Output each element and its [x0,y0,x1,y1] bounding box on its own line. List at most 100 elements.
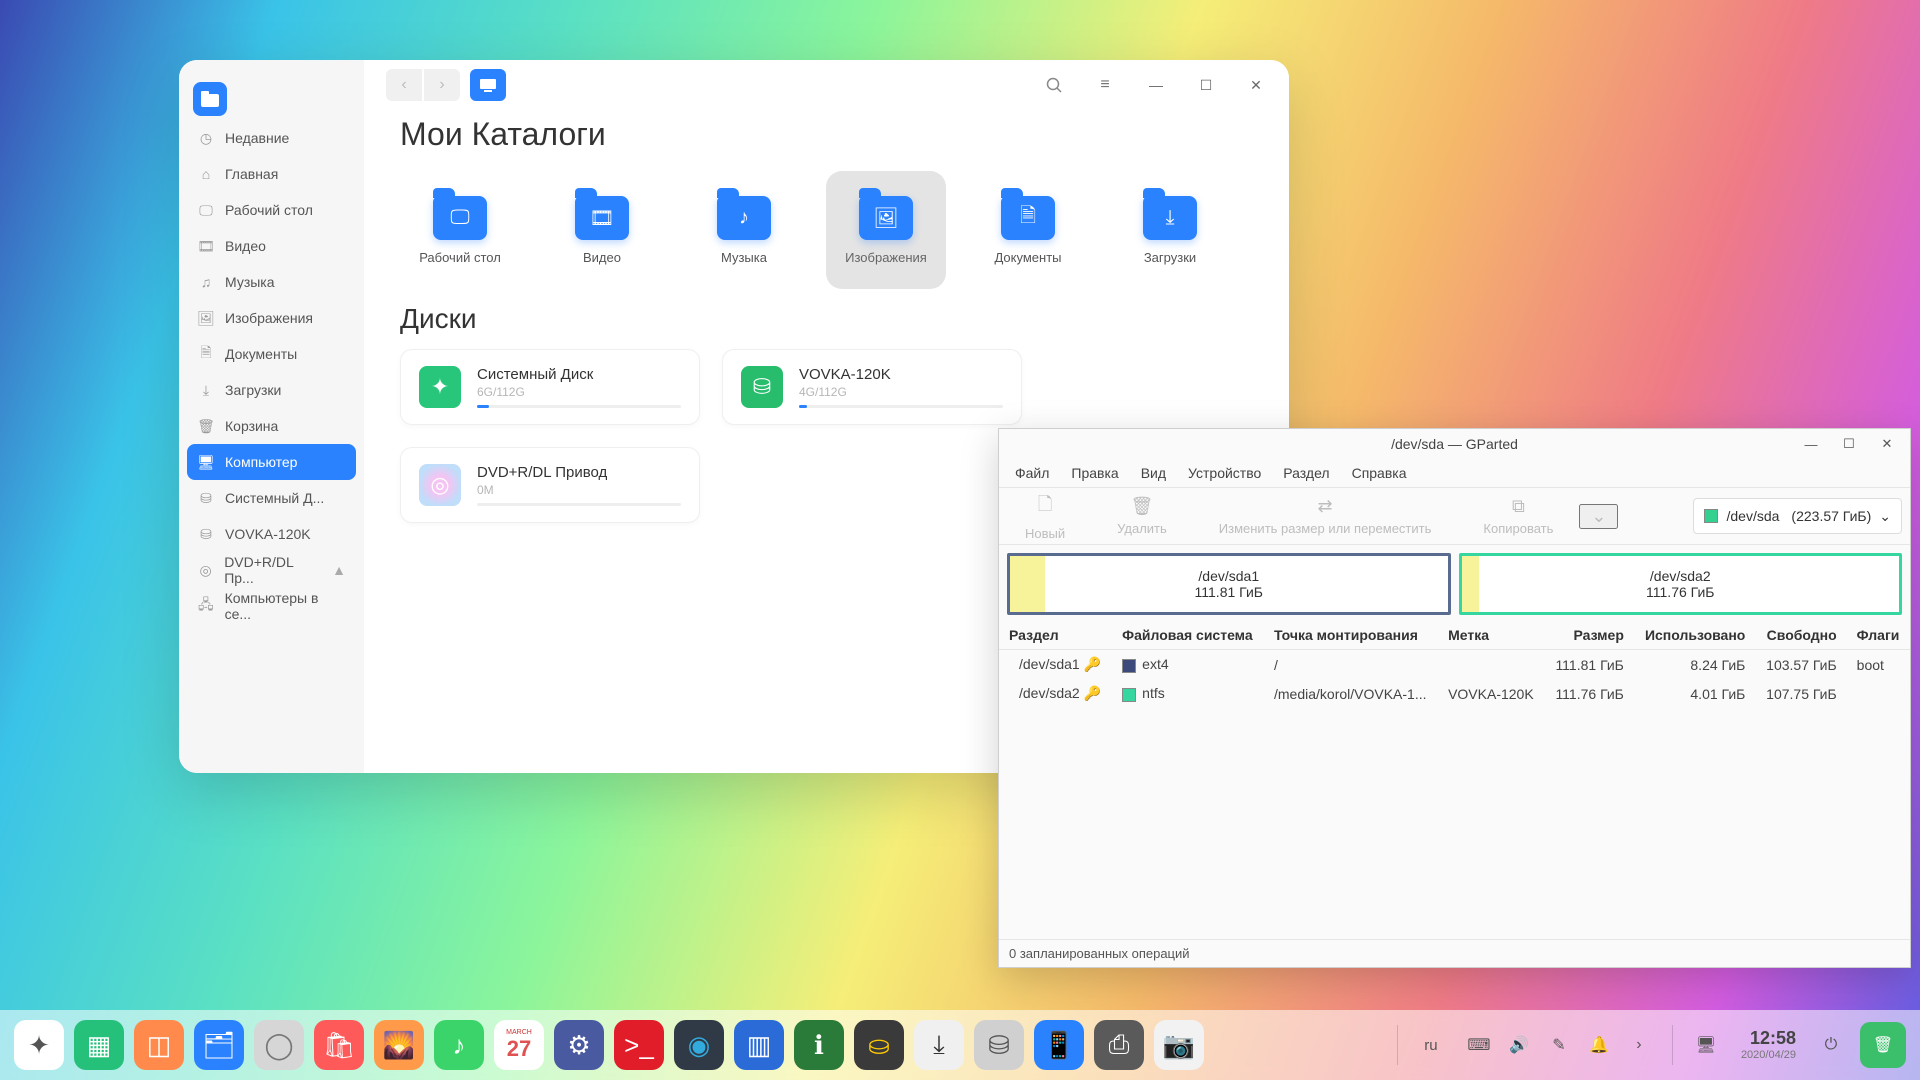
table-row[interactable]: /dev/sda2🔑 ntfs /media/korol/VOVKA-1... … [999,679,1910,708]
dock-app-icon: ▥ [747,1030,772,1061]
dock-app-hardinfo[interactable]: ℹ [794,1020,844,1070]
dock-app-disks[interactable]: ⛁ [974,1020,1024,1070]
dock-app-browser[interactable]: ◯ [254,1020,304,1070]
toolbar-button[interactable]: ⇄ Изменить размер или переместить [1193,492,1458,541]
partition-block[interactable]: /dev/sda2 111.76 ГиБ [1459,553,1903,615]
eject-icon[interactable]: ▲ [332,562,346,578]
dock-app-settings[interactable]: ⚙ [554,1020,604,1070]
col-fs[interactable]: Файловая система [1112,621,1264,650]
dock-app-music[interactable]: ♪ [434,1020,484,1070]
window-close-button[interactable]: ✕ [1233,67,1279,103]
dock-app-multitask[interactable]: ▦ [74,1020,124,1070]
sidebar-item-label: Компьютеры в се... [225,590,346,622]
col-mount[interactable]: Точка монтирования [1264,621,1438,650]
window-maximize-button[interactable]: ☐ [1183,67,1229,103]
sidebar-item-icon: 🗑 [197,418,215,435]
folder-icon: 🖼 [859,196,913,240]
dock-app-workspace[interactable]: ◫ [134,1020,184,1070]
sidebar-item[interactable]: ⛁ Системный Д... [187,480,356,516]
hamburger-menu-button[interactable]: ≡ [1085,67,1125,103]
dock-app-image-viewer[interactable]: 🌄 [374,1020,424,1070]
tray-icon[interactable]: 🔔 [1580,1026,1618,1064]
partition-block[interactable]: /dev/sda1 111.81 ГиБ [1007,553,1451,615]
dock-app-camera[interactable]: 📷 [1154,1020,1204,1070]
gparted-titlebar[interactable]: /dev/sda — GParted — ☐ ✕ [999,429,1910,459]
sidebar-item[interactable]: ⌂ Главная [187,156,356,192]
dock-app-virtualbox[interactable]: ▥ [734,1020,784,1070]
device-selector[interactable]: /dev/sda (223.57 ГиБ) ⌄ [1693,498,1902,534]
menu-item[interactable]: Устройство [1178,461,1271,485]
dock-app-app-store[interactable]: 🛍 [314,1020,364,1070]
category-tile[interactable]: 🗎 Документы [968,171,1088,289]
toolbar-button[interactable]: ⧉ Копировать [1457,492,1579,541]
nav-back-button[interactable]: ‹ [386,69,422,101]
toolbar-button[interactable]: 🗋 Новый [999,492,1091,541]
window-minimize-button[interactable]: — [1133,67,1179,103]
nav-forward-button[interactable]: › [424,69,460,101]
tray-language[interactable]: ru [1412,1026,1450,1064]
dock-app-calendar[interactable]: MARCH27 [494,1020,544,1070]
sidebar-item[interactable]: ♫ Музыка [187,264,356,300]
tray-power-button[interactable]: ⏻ [1812,1026,1850,1064]
lock-icon: 🔑 [1084,656,1101,672]
dock-app-terminal[interactable]: >_ [614,1020,664,1070]
gparted-maximize-button[interactable]: ☐ [1830,432,1868,456]
tray-clock[interactable]: 12:58 2020/04/29 [1735,1029,1802,1061]
sidebar-item[interactable]: ◎ DVD+R/DL Пр... ▲ [187,552,356,588]
sidebar-item-icon: ⛁ [197,490,215,507]
toolbar-button[interactable]: 🗑 Удалить [1091,492,1193,541]
category-tile[interactable]: ⤓ Загрузки [1110,171,1230,289]
col-used[interactable]: Использовано [1634,621,1755,650]
col-flags[interactable]: Флаги [1847,621,1910,650]
col-partition[interactable]: Раздел [999,621,1112,650]
tray-icon[interactable]: ⌨ [1460,1026,1498,1064]
dock-app-phone[interactable]: 📱 [1034,1020,1084,1070]
sidebar-item[interactable]: ⛁ VOVKA-120K [187,516,356,552]
sidebar-item[interactable]: 🖼 Изображения [187,300,356,336]
tray-trash-button[interactable]: 🗑 [1860,1022,1906,1068]
dock-app-icon: ⎙ [1109,1029,1130,1061]
tray-icon[interactable]: ✎ [1540,1026,1578,1064]
menu-item[interactable]: Вид [1131,461,1176,485]
location-computer-button[interactable] [470,69,506,101]
table-row[interactable]: /dev/sda1🔑 ext4 / 111.81 ГиБ 8.24 ГиБ 10… [999,650,1910,680]
sidebar-item[interactable]: 🗑 Корзина [187,408,356,444]
sidebar-item[interactable]: ⤓ Загрузки [187,372,356,408]
dock-app-file-manager[interactable]: 🗂 [194,1020,244,1070]
category-tile[interactable]: 🎞 Видео [542,171,662,289]
disk-card[interactable]: ⛁ VOVKA-120K 4G/112G [722,349,1022,425]
sidebar-item[interactable]: 🖵 Рабочий стол [187,192,356,228]
sidebar-item[interactable]: 🖥 Компьютер [187,444,356,480]
tray-icon[interactable]: › [1620,1026,1658,1064]
sidebar-item[interactable]: 🗎 Документы [187,336,356,372]
dock-app-system-monitor[interactable]: ◉ [674,1020,724,1070]
dock-app-printer[interactable]: ⎙ [1094,1020,1144,1070]
disk-card[interactable]: ◎ DVD+R/DL Привод 0M [400,447,700,523]
tray-show-desktop[interactable]: 🖥 [1687,1026,1725,1064]
dock-app-icon: ♪ [453,1030,466,1061]
menu-item[interactable]: Справка [1342,461,1417,485]
tray-icon[interactable]: 🔊 [1500,1026,1538,1064]
col-label[interactable]: Метка [1438,621,1545,650]
menu-item[interactable]: Файл [1005,461,1059,485]
search-button[interactable] [1045,67,1085,103]
sidebar-item[interactable]: ◷ Недавние [187,120,356,156]
category-tile[interactable]: 🖵 Рабочий стол [400,171,520,289]
disk-card[interactable]: ✦ Системный Диск 6G/112G [400,349,700,425]
menu-item[interactable]: Раздел [1273,461,1339,485]
dock-app-launcher[interactable]: ✦ [14,1020,64,1070]
gparted-close-button[interactable]: ✕ [1868,432,1906,456]
menu-item[interactable]: Правка [1061,461,1128,485]
folder-icon: ♪ [717,196,771,240]
col-size[interactable]: Размер [1545,621,1634,650]
category-tile[interactable]: 🖼 Изображения [826,171,946,289]
dock-app-firmware[interactable]: ⛀ [854,1020,904,1070]
toolbar-more-button[interactable]: ⌄ [1579,504,1618,529]
gparted-minimize-button[interactable]: — [1792,432,1830,456]
category-tile[interactable]: ♪ Музыка [684,171,804,289]
dock-app-downloader[interactable]: ⤓ [914,1020,964,1070]
sidebar-item[interactable]: 🖧 Компьютеры в се... [187,588,356,624]
col-free[interactable]: Свободно [1755,621,1846,650]
dock-app-icon: 🌄 [383,1030,415,1061]
sidebar-item[interactable]: 🎞 Видео [187,228,356,264]
